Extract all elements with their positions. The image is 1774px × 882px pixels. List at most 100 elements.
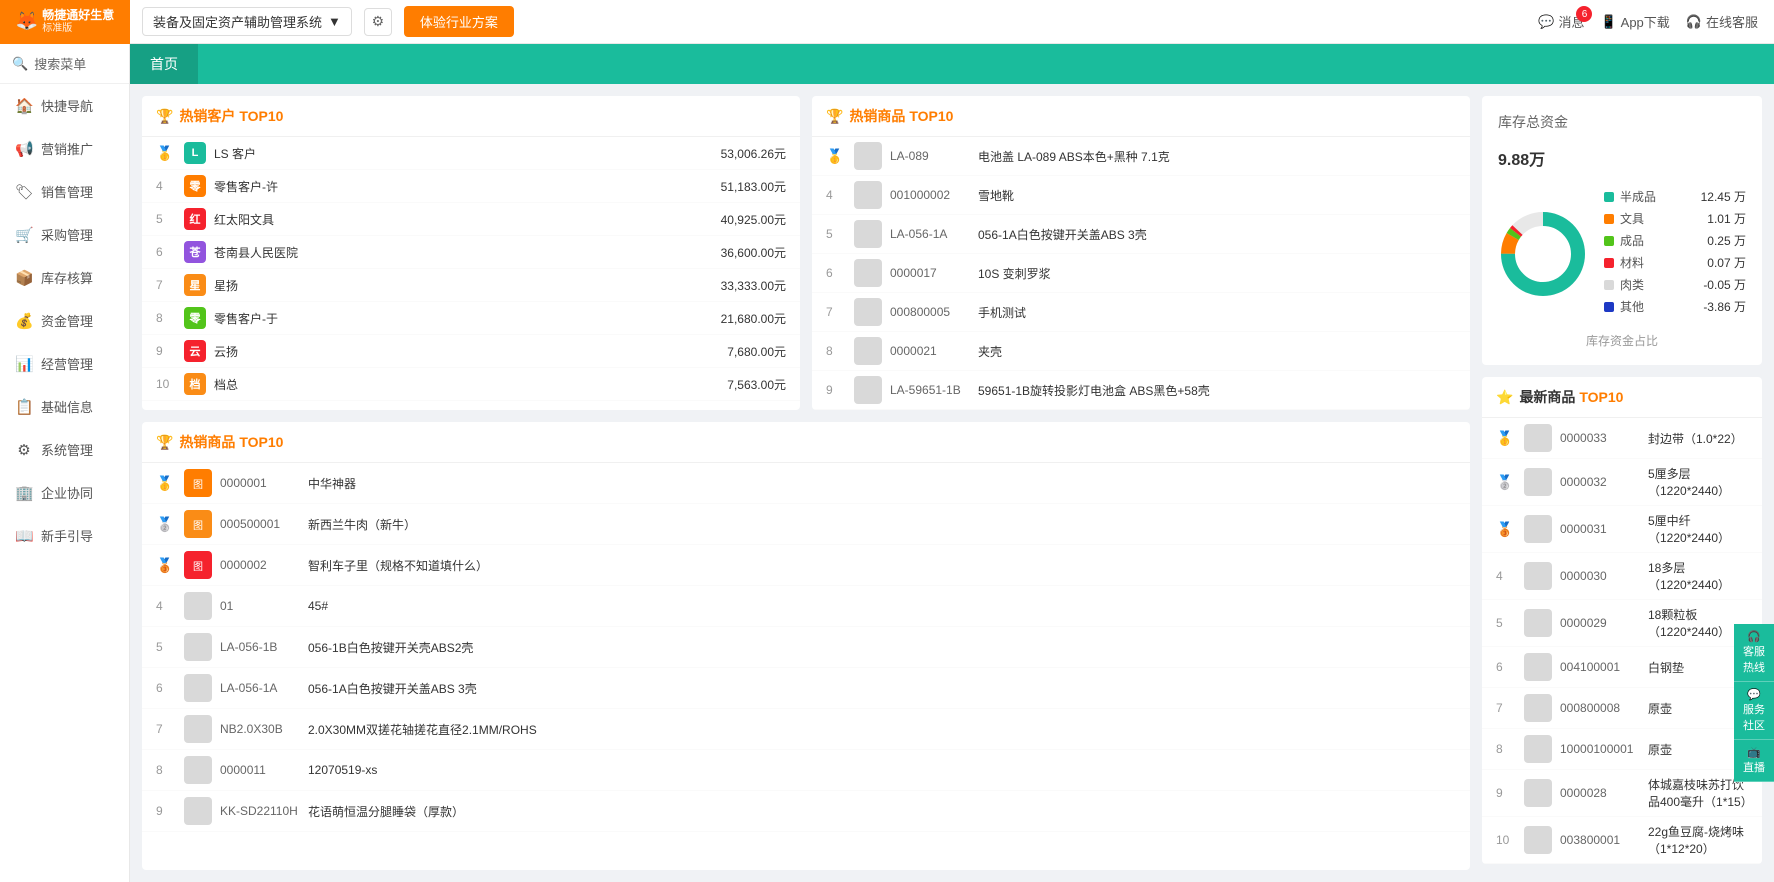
- sidebar-item-purchase[interactable]: 🛒 采购管理: [0, 213, 129, 256]
- messages-button[interactable]: 💬 消息 6: [1538, 12, 1584, 31]
- donut-chart: [1498, 209, 1588, 299]
- app-download-button[interactable]: 📱 App下载: [1600, 12, 1669, 31]
- product-panel-header: 🏆 热销商品 TOP10: [812, 96, 1470, 137]
- table-row: 4 001000002 雪地靴: [812, 176, 1470, 215]
- product-code: 003800001: [1560, 833, 1640, 847]
- rank-num: 5: [1496, 616, 1516, 630]
- sidebar-item-sales[interactable]: 🏷 销售管理: [0, 170, 129, 213]
- product-thumb: [854, 142, 882, 170]
- table-row: 🥉 0000031 5厘中纤（1220*2440）: [1482, 506, 1762, 553]
- sidebar-item-label: 资金管理: [41, 311, 93, 330]
- sidebar-item-operations[interactable]: 📊 经营管理: [0, 342, 129, 385]
- newest-products-panel: ⭐ 最新商品 TOP10 🥇 0000033 封边带（1.0*22） 🥈 000…: [1482, 377, 1762, 864]
- content-area: 首页 🏆 热销客户 TOP10 🥇: [130, 44, 1774, 882]
- product-name: 原壶: [1648, 741, 1748, 758]
- product-thumb: [1524, 779, 1552, 807]
- product-code: KK-SD22110H: [220, 804, 300, 818]
- base-icon: 📋: [15, 398, 33, 416]
- table-row: 7 000800008 原壶: [1482, 688, 1762, 729]
- product-code: 0000033: [1560, 431, 1640, 445]
- product-thumb: [1524, 653, 1552, 681]
- customer-amount: 7,680.00元: [727, 343, 786, 360]
- legend-dot: [1604, 192, 1614, 202]
- product-thumb: [1524, 424, 1552, 452]
- system-selector[interactable]: 装备及固定资产辅助管理系统 ▼: [142, 7, 352, 36]
- sidebar-item-base[interactable]: 📋 基础信息: [0, 385, 129, 428]
- sales-icon: 🏷: [15, 183, 33, 201]
- sidebar-item-enterprise[interactable]: 🏢 企业协同: [0, 471, 129, 514]
- product-name: 45#: [308, 599, 1456, 613]
- customer-amount: 36,600.00元: [721, 244, 786, 261]
- rank-num: 10: [156, 377, 176, 391]
- rank-num: 7: [156, 278, 176, 292]
- rank-num: 8: [1496, 742, 1516, 756]
- sidebar-item-label: 库存核算: [41, 268, 93, 287]
- rank-num: 4: [156, 179, 176, 193]
- avatar: 云: [184, 340, 206, 362]
- rank-num: 7: [826, 305, 846, 319]
- product-code: 0000031: [1560, 522, 1640, 536]
- product-name: 5厘多层（1220*2440）: [1648, 465, 1748, 499]
- home-icon: 🏠: [15, 97, 33, 115]
- trophy-icon: 🏆: [156, 434, 173, 451]
- operations-icon: 📊: [15, 355, 33, 373]
- product-thumb: [1524, 562, 1552, 590]
- logo-sub: 标准版: [42, 23, 114, 35]
- stock-chart-area: 半成品 12.45 万 文具 1.01 万 成品 0: [1498, 188, 1746, 320]
- product-thumb: [854, 337, 882, 365]
- product-rank-table: 🥇 LA-089 电池盖 LA-089 ABS本色+黑种 7.1克 4 0010…: [812, 137, 1470, 410]
- trial-button[interactable]: 体验行业方案: [404, 6, 514, 37]
- right-panel: 库存总资金 9.88万: [1482, 96, 1762, 870]
- chevron-down-icon: ▼: [328, 14, 341, 29]
- marketing-icon: 📢: [15, 140, 33, 158]
- app-label: App下载: [1621, 12, 1670, 31]
- product-name: 封边带（1.0*22）: [1648, 430, 1748, 447]
- product-thumb: [1524, 826, 1552, 854]
- stock-panel: 库存总资金 9.88万: [1482, 96, 1762, 365]
- table-row: 🥇 0000033 封边带（1.0*22）: [1482, 418, 1762, 459]
- medal-icon: 🥉: [1496, 521, 1516, 538]
- stock-title: 库存总资金: [1498, 112, 1746, 132]
- sidebar-item-inventory[interactable]: 📦 库存核算: [0, 256, 129, 299]
- search-menu[interactable]: 🔍 搜索菜单: [0, 44, 129, 84]
- sidebar-item-quick-nav[interactable]: 🏠 快捷导航: [0, 84, 129, 127]
- table-row: 7 000800005 手机测试: [812, 293, 1470, 332]
- sidebar-item-system[interactable]: ⚙ 系统管理: [0, 428, 129, 471]
- content-body: 🏆 热销客户 TOP10 🥇 L LS 客户 53,006.26元: [130, 84, 1774, 882]
- rank-num: 5: [156, 212, 176, 226]
- legend-item: 半成品 12.45 万: [1604, 188, 1746, 205]
- product-thumb: 图: [184, 510, 212, 538]
- sidebar-item-guide[interactable]: 📖 新手引导: [0, 514, 129, 557]
- product-name: 12070519-xs: [308, 763, 1456, 777]
- table-row: 8 0000011 12070519-xs: [142, 750, 1470, 791]
- service-community-button[interactable]: 💬 服务 社区: [1734, 682, 1774, 740]
- product-name: 10S 变刺罗浆: [978, 265, 1456, 282]
- tab-home[interactable]: 首页: [130, 44, 198, 84]
- product-code: 0000029: [1560, 616, 1640, 630]
- rank-num: 6: [156, 245, 176, 259]
- product-code: 0000028: [1560, 786, 1640, 800]
- table-row: 🥇 图 0000001 中华神器: [142, 463, 1470, 504]
- table-row: 8 零 零售客户-于 21,680.00元: [142, 302, 800, 335]
- sidebar-item-marketing[interactable]: 📢 营销推广: [0, 127, 129, 170]
- finance-icon: 💰: [15, 312, 33, 330]
- sidebar-item-label: 企业协同: [41, 483, 93, 502]
- customer-name: 云扬: [214, 343, 719, 360]
- customer-service-button[interactable]: 🎧 客服 热线: [1734, 624, 1774, 682]
- legend-item: 其他 -3.86 万: [1604, 298, 1746, 315]
- product-name: 花语萌恒温分腿睡袋（厚款）: [308, 803, 1456, 820]
- product-thumb: [1524, 694, 1552, 722]
- direct-visit-button[interactable]: 📺 直播: [1734, 740, 1774, 782]
- settings-button[interactable]: ⚙: [364, 8, 392, 36]
- table-row: 6 LA-056-1A 056-1A白色按键开关盖ABS 3壳: [142, 668, 1470, 709]
- product-name: 手机测试: [978, 304, 1456, 321]
- product-code: 0000021: [890, 344, 970, 358]
- product-name: 电池盖 LA-089 ABS本色+黑种 7.1克: [978, 148, 1456, 165]
- product-thumb: [1524, 468, 1552, 496]
- service-label: 在线客服: [1706, 12, 1758, 31]
- sidebar-item-label: 营销推广: [41, 139, 93, 158]
- online-service-button[interactable]: 🎧 在线客服: [1686, 12, 1758, 31]
- nav-tabs: 首页: [130, 44, 1774, 84]
- sidebar-item-finance[interactable]: 💰 资金管理: [0, 299, 129, 342]
- product-code: NB2.0X30B: [220, 722, 300, 736]
